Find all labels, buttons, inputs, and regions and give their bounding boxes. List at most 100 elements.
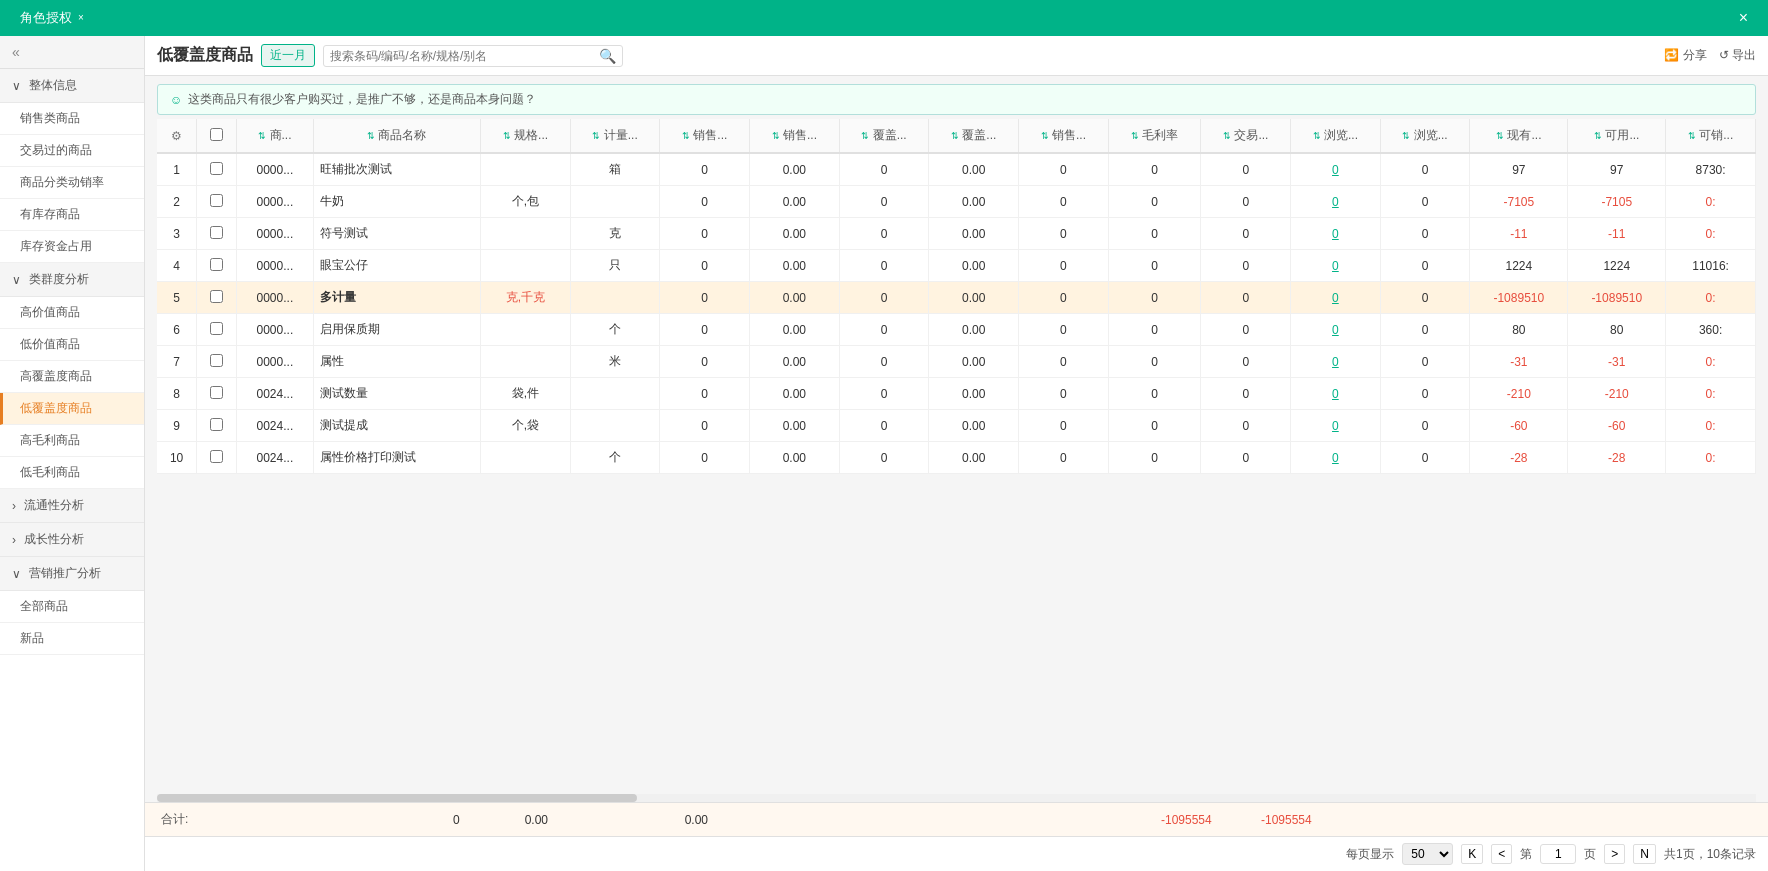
cell-checkbox[interactable] <box>197 282 237 314</box>
export-button[interactable]: ↺ 导出 <box>1719 47 1756 64</box>
col-header-gross[interactable]: ⇅ 毛利率 <box>1108 119 1201 153</box>
row-checkbox[interactable] <box>210 258 223 271</box>
sidebar-section-成长性分析[interactable]: ›成长性分析 <box>0 523 144 557</box>
browse-link[interactable]: 0 <box>1332 419 1339 433</box>
search-input[interactable] <box>330 49 595 63</box>
browse-link[interactable]: 0 <box>1332 195 1339 209</box>
cell-checkbox[interactable] <box>197 153 237 186</box>
nav-item-角色授权[interactable]: 角色授权 × <box>8 0 122 36</box>
sidebar-section-营销推广分析[interactable]: ∨营销推广分析 <box>0 557 144 591</box>
col-header-current[interactable]: ⇅ 现有... <box>1470 119 1568 153</box>
nav-close-icon[interactable]: × <box>78 0 84 36</box>
col-header-sales2[interactable]: ⇅ 销售... <box>750 119 840 153</box>
cell-browse2: 0 <box>1380 186 1470 218</box>
col-header-sales1[interactable]: ⇅ 销售... <box>660 119 750 153</box>
sidebar-item-交易过的商品[interactable]: 交易过的商品 <box>0 135 144 167</box>
sidebar-item-商品分类动销率[interactable]: 商品分类动销率 <box>0 167 144 199</box>
col-header-trade[interactable]: ⇅ 交易... <box>1201 119 1291 153</box>
header-actions: 🔁 分享 ↺ 导出 <box>1664 47 1756 64</box>
prev-page-button[interactable]: < <box>1491 844 1512 864</box>
cell-sales2: 0.00 <box>750 378 840 410</box>
row-checkbox[interactable] <box>210 226 223 239</box>
cell-gross: 0 <box>1108 186 1201 218</box>
col-header-cover2[interactable]: ⇅ 覆盖... <box>929 119 1019 153</box>
browse-link[interactable]: 0 <box>1332 323 1339 337</box>
browse-link[interactable]: 0 <box>1332 163 1339 177</box>
browse-link[interactable]: 0 <box>1332 387 1339 401</box>
sidebar-section-流通性分析[interactable]: ›流通性分析 <box>0 489 144 523</box>
sidebar-item-销售类商品[interactable]: 销售类商品 <box>0 103 144 135</box>
cell-browse2: 0 <box>1380 442 1470 474</box>
cell-sales3: 0 <box>1019 186 1109 218</box>
page-number-input[interactable] <box>1540 844 1576 864</box>
col-header-available[interactable]: ⇅ 可用... <box>1568 119 1666 153</box>
cell-sales1: 0 <box>660 218 750 250</box>
row-checkbox[interactable] <box>210 354 223 367</box>
cell-checkbox[interactable] <box>197 410 237 442</box>
sidebar-item-高价值商品[interactable]: 高价值商品 <box>0 297 144 329</box>
page-size-select[interactable]: 50 20 100 <box>1402 843 1453 865</box>
col-header-settings: ⚙ <box>157 119 197 153</box>
search-icon[interactable]: 🔍 <box>599 48 616 64</box>
row-checkbox[interactable] <box>210 194 223 207</box>
cell-checkbox[interactable] <box>197 378 237 410</box>
browse-link[interactable]: 0 <box>1332 291 1339 305</box>
settings-icon[interactable]: ⚙ <box>171 129 182 143</box>
col-header-unit[interactable]: ⇅ 计量... <box>570 119 660 153</box>
sidebar-item-新品[interactable]: 新品 <box>0 623 144 655</box>
sidebar-item-高覆盖度商品[interactable]: 高覆盖度商品 <box>0 361 144 393</box>
cell-unit: 箱 <box>570 153 660 186</box>
cell-gross: 0 <box>1108 282 1201 314</box>
col-header-sales3[interactable]: ⇅ 销售... <box>1019 119 1109 153</box>
cell-name: 启用保质期 <box>313 314 481 346</box>
next-page-button[interactable]: > <box>1604 844 1625 864</box>
row-checkbox[interactable] <box>210 450 223 463</box>
sidebar-section-整体信息[interactable]: ∨整体信息 <box>0 69 144 103</box>
sidebar-item-有库存商品[interactable]: 有库存商品 <box>0 199 144 231</box>
cell-checkbox[interactable] <box>197 314 237 346</box>
row-checkbox[interactable] <box>210 290 223 303</box>
cell-sales3: 0 <box>1019 153 1109 186</box>
row-checkbox[interactable] <box>210 386 223 399</box>
table-body: 10000...旺辅批次测试箱00.0000.000000097978730:2… <box>157 153 1756 474</box>
first-page-button[interactable]: K <box>1461 844 1483 864</box>
browse-link[interactable]: 0 <box>1332 259 1339 273</box>
collapse-sidebar-button[interactable]: « <box>12 44 20 60</box>
cell-checkbox[interactable] <box>197 346 237 378</box>
cell-name: 测试数量 <box>313 378 481 410</box>
col-header-code[interactable]: ⇅ 商... <box>237 119 313 153</box>
cell-num: 7 <box>157 346 197 378</box>
col-header-cover1[interactable]: ⇅ 覆盖... <box>839 119 929 153</box>
browse-link[interactable]: 0 <box>1332 355 1339 369</box>
sidebar-item-低毛利商品[interactable]: 低毛利商品 <box>0 457 144 489</box>
col-header-browse1[interactable]: ⇅ 浏览... <box>1291 119 1381 153</box>
cell-spec: 个,包 <box>481 186 571 218</box>
cell-checkbox[interactable] <box>197 186 237 218</box>
share-button[interactable]: 🔁 分享 <box>1664 47 1706 64</box>
horizontal-scrollbar[interactable] <box>157 794 1756 802</box>
sidebar-section-类群度分析[interactable]: ∨类群度分析 <box>0 263 144 297</box>
info-icon: ☺ <box>170 93 182 107</box>
browse-link[interactable]: 0 <box>1332 227 1339 241</box>
row-checkbox[interactable] <box>210 322 223 335</box>
col-header-browse2[interactable]: ⇅ 浏览... <box>1380 119 1470 153</box>
last-page-button[interactable]: N <box>1633 844 1656 864</box>
sidebar-item-库存资金占用[interactable]: 库存资金占用 <box>0 231 144 263</box>
row-checkbox[interactable] <box>210 162 223 175</box>
sidebar-item-低价值商品[interactable]: 低价值商品 <box>0 329 144 361</box>
row-checkbox[interactable] <box>210 418 223 431</box>
browse-link[interactable]: 0 <box>1332 451 1339 465</box>
col-header-name[interactable]: ⇅ 商品名称 <box>313 119 481 153</box>
sidebar-item-全部商品[interactable]: 全部商品 <box>0 591 144 623</box>
col-header-spec[interactable]: ⇅ 规格... <box>481 119 571 153</box>
cell-checkbox[interactable] <box>197 442 237 474</box>
cell-checkbox[interactable] <box>197 218 237 250</box>
col-header-sellable[interactable]: ⇅ 可销... <box>1666 119 1756 153</box>
cell-checkbox[interactable] <box>197 250 237 282</box>
sidebar-item-低覆盖度商品[interactable]: 低覆盖度商品 <box>0 393 144 425</box>
cell-num: 9 <box>157 410 197 442</box>
sidebar-item-高毛利商品[interactable]: 高毛利商品 <box>0 425 144 457</box>
filter-recent-button[interactable]: 近一月 <box>261 44 315 67</box>
window-close-button[interactable]: × <box>1727 9 1760 27</box>
select-all-checkbox[interactable] <box>210 128 223 141</box>
